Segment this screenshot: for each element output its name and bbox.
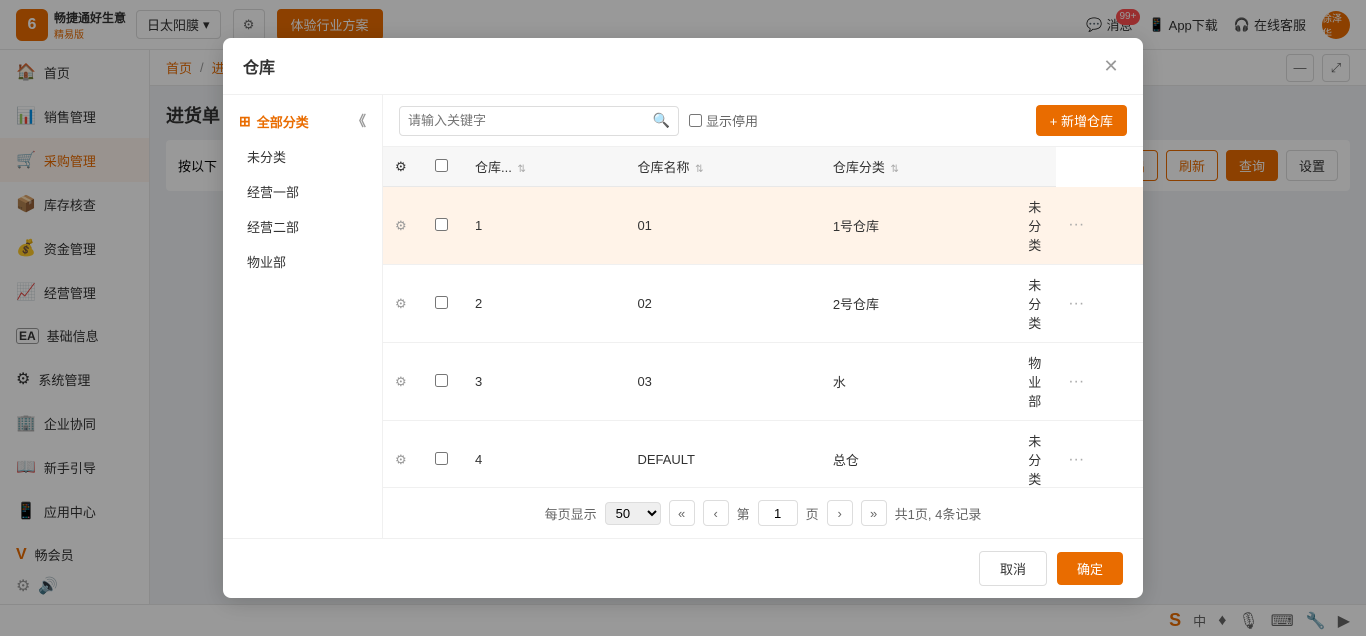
- warehouse-modal: 仓库 ✕ ⊞ 全部分类 《 未分类 经营一部 经营二部 物业部: [223, 38, 1143, 598]
- table-row[interactable]: ⚙ 2 02 2号仓库 未分类 ···: [383, 265, 1143, 343]
- category-item-property[interactable]: 物业部: [223, 244, 382, 279]
- row-category: 未分类: [1016, 421, 1056, 488]
- category-panel: ⊞ 全部分类 《 未分类 经营一部 经营二部 物业部: [223, 95, 383, 538]
- modal-header: 仓库 ✕: [223, 38, 1143, 95]
- row-gear[interactable]: ⚙: [383, 187, 423, 265]
- modal-body: ⊞ 全部分类 《 未分类 经营一部 经营二部 物业部 🔍: [223, 95, 1143, 538]
- search-icon[interactable]: 🔍: [653, 112, 670, 129]
- per-page-label: 每页显示: [545, 504, 597, 523]
- page-label: 第: [737, 504, 750, 523]
- modal-right-panel: 🔍 显示停用 + 新增仓库 ⚙: [383, 95, 1143, 538]
- show-disabled-checkbox[interactable]: [689, 114, 702, 127]
- page-suffix: 页: [806, 504, 819, 523]
- page-prev-button[interactable]: ‹: [703, 500, 729, 526]
- modal-overlay: 仓库 ✕ ⊞ 全部分类 《 未分类 经营一部 经营二部 物业部: [0, 0, 1366, 636]
- row-checkbox[interactable]: [435, 296, 448, 309]
- confirm-button[interactable]: 确定: [1057, 552, 1123, 585]
- category-item-unclassified[interactable]: 未分类: [223, 139, 382, 174]
- row-gear[interactable]: ⚙: [383, 421, 423, 488]
- category-all-label: 全部分类: [257, 112, 309, 131]
- page-first-button[interactable]: «: [669, 500, 695, 526]
- row-checkbox[interactable]: [435, 218, 448, 231]
- row-more[interactable]: ···: [1056, 187, 1143, 265]
- row-no: 4: [463, 421, 625, 488]
- modal-title: 仓库: [243, 54, 275, 78]
- row-no: 1: [463, 187, 625, 265]
- table-row[interactable]: ⚙ 1 01 1号仓库 未分类 ···: [383, 187, 1143, 265]
- cancel-button[interactable]: 取消: [979, 551, 1047, 586]
- row-more[interactable]: ···: [1056, 343, 1143, 421]
- row-code: 01: [625, 187, 820, 265]
- category-all[interactable]: ⊞ 全部分类 《: [223, 103, 382, 139]
- search-box: 🔍: [399, 106, 679, 136]
- row-no: 2: [463, 265, 625, 343]
- page-input[interactable]: [758, 500, 798, 526]
- row-gear[interactable]: ⚙: [383, 343, 423, 421]
- select-all-checkbox[interactable]: [435, 159, 448, 172]
- total-label: 共1页, 4条记录: [895, 504, 982, 523]
- per-page-select[interactable]: 50 100: [605, 502, 661, 525]
- row-category: 未分类: [1016, 265, 1056, 343]
- row-name: 1号仓库: [821, 187, 1016, 265]
- col-checkbox: [423, 147, 463, 187]
- row-checkbox[interactable]: [435, 374, 448, 387]
- modal-toolbar: 🔍 显示停用 + 新增仓库: [383, 95, 1143, 147]
- grid-icon: ⊞: [239, 113, 251, 130]
- pagination: 每页显示 50 100 « ‹ 第 页 › » 共1页, 4条记录: [383, 487, 1143, 538]
- row-code: DEFAULT: [625, 421, 820, 488]
- search-input[interactable]: [408, 113, 653, 128]
- row-more[interactable]: ···: [1056, 421, 1143, 488]
- category-item-biz1[interactable]: 经营一部: [223, 174, 382, 209]
- col-name[interactable]: 仓库名称 ⇅: [625, 147, 820, 187]
- table-header-row: ⚙ 仓库... ⇅ 仓库名称 ⇅: [383, 147, 1143, 187]
- collapse-button[interactable]: 《: [352, 111, 366, 131]
- row-name: 总仓: [821, 421, 1016, 488]
- row-gear[interactable]: ⚙: [383, 265, 423, 343]
- col-gear: ⚙: [383, 147, 423, 187]
- add-warehouse-button[interactable]: + 新增仓库: [1036, 105, 1127, 136]
- sort-category-icon: ⇅: [890, 164, 898, 175]
- show-disabled-label: 显示停用: [689, 111, 758, 130]
- row-code: 03: [625, 343, 820, 421]
- row-more[interactable]: ···: [1056, 265, 1143, 343]
- sort-name-icon: ⇅: [695, 164, 703, 175]
- page-next-button[interactable]: ›: [827, 500, 853, 526]
- modal-footer: 取消 确定: [223, 538, 1143, 598]
- row-category: 物业部: [1016, 343, 1056, 421]
- col-category[interactable]: 仓库分类 ⇅: [821, 147, 1016, 187]
- table-row[interactable]: ⚙ 4 DEFAULT 总仓 未分类 ···: [383, 421, 1143, 488]
- row-category: 未分类: [1016, 187, 1056, 265]
- modal-close-button[interactable]: ✕: [1099, 54, 1123, 78]
- col-code[interactable]: 仓库... ⇅: [463, 147, 625, 187]
- sort-code-icon: ⇅: [517, 164, 525, 175]
- col-actions: [1016, 147, 1056, 187]
- warehouse-table: ⚙ 仓库... ⇅ 仓库名称 ⇅: [383, 147, 1143, 487]
- row-code: 02: [625, 265, 820, 343]
- row-checkbox[interactable]: [435, 452, 448, 465]
- row-no: 3: [463, 343, 625, 421]
- table-row[interactable]: ⚙ 3 03 水 物业部 ···: [383, 343, 1143, 421]
- page-last-button[interactable]: »: [861, 500, 887, 526]
- row-name: 2号仓库: [821, 265, 1016, 343]
- category-item-biz2[interactable]: 经营二部: [223, 209, 382, 244]
- row-name: 水: [821, 343, 1016, 421]
